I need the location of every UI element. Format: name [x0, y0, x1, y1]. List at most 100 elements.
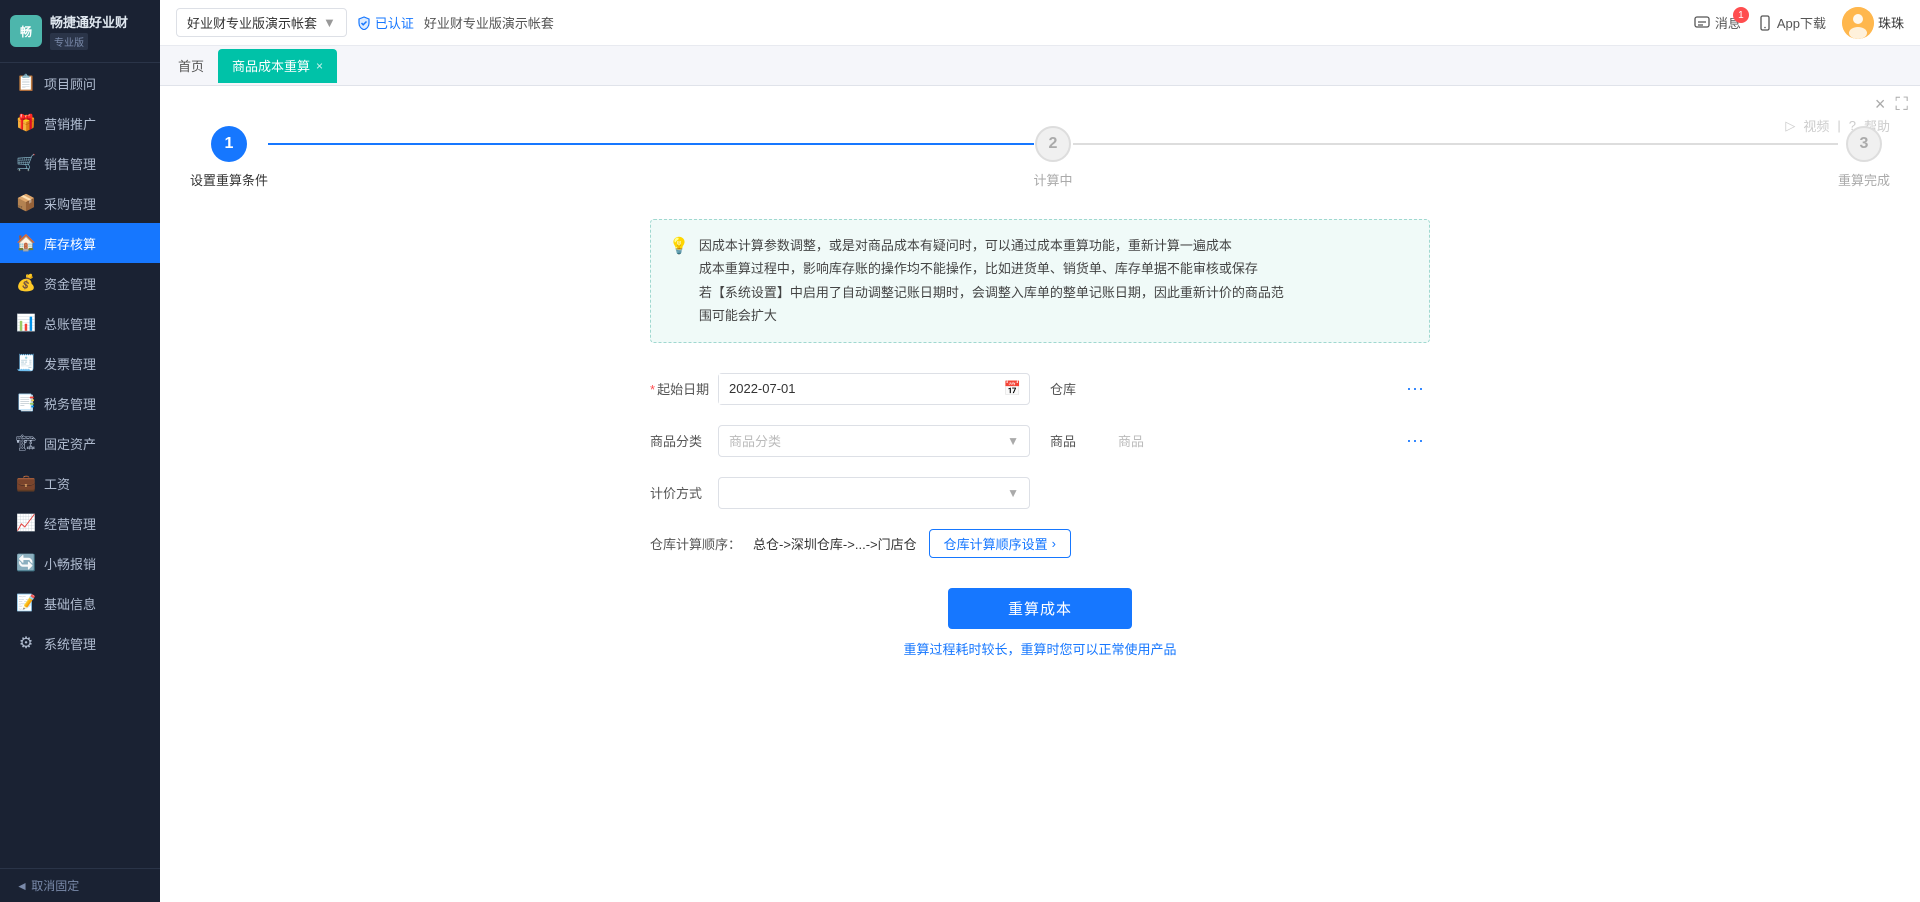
sidebar-item-basic[interactable]: 📝 基础信息 [0, 583, 160, 623]
app-logo: 畅 [10, 15, 42, 47]
sidebar-item-tax[interactable]: 📑 税务管理 [0, 383, 160, 423]
pricing-label: 计价方式 [650, 483, 710, 502]
notice-line: 因成本计算参数调整，或是对商品成本有疑问时，可以通过成本重算功能，重新计算一遍成… [699, 234, 1284, 257]
product-label: 商品 [1050, 431, 1110, 450]
username: 珠珠 [1878, 13, 1904, 32]
sidebar-item-label-system: 系统管理 [44, 634, 96, 653]
step-1: 2 计算中 [1034, 126, 1073, 189]
sidebar-item-label-expense: 小畅报销 [44, 554, 96, 573]
sales-icon: 🛒 [16, 153, 36, 173]
expand-window-button[interactable]: ⛶ [1895, 94, 1908, 115]
tab-close-recalc[interactable]: × [316, 60, 323, 72]
sidebar-item-label-accounting: 总账管理 [44, 314, 96, 333]
tax-icon: 📑 [16, 393, 36, 413]
sidebar-footer-unpin[interactable]: ◄ 取消固定 [0, 868, 160, 902]
app-download-button[interactable]: App下载 [1757, 13, 1826, 32]
step-label-1: 计算中 [1034, 170, 1073, 189]
sidebar-item-expense[interactable]: 🔄 小畅报销 [0, 543, 160, 583]
marketing-icon: 🎁 [16, 113, 36, 133]
content-area: × ⛶ 1 设置重算条件 2 计算中 3 重算完成 ▷ 视频 | ? 帮助 💡 … [160, 86, 1920, 902]
step-line-1 [1073, 143, 1838, 145]
finance-icon: 💰 [16, 273, 36, 293]
assets-icon: 🏗 [16, 433, 36, 453]
app-download-label: App下载 [1777, 13, 1826, 32]
sidebar-item-label-finance: 资金管理 [44, 274, 96, 293]
user-profile-button[interactable]: 珠珠 [1842, 7, 1904, 39]
play-icon: ▷ [1785, 118, 1795, 134]
step-circle-1: 2 [1035, 126, 1071, 162]
basic-icon: 📝 [16, 593, 36, 613]
step-0: 1 设置重算条件 [190, 126, 268, 189]
video-link[interactable]: 视频 [1803, 116, 1829, 135]
warehouse-order-row: 仓库计算顺序： 总仓->深圳仓库->...->门店仓 仓库计算顺序设置 › [650, 529, 1430, 558]
sidebar-item-finance[interactable]: 💰 资金管理 [0, 263, 160, 303]
sidebar-header: 畅 畅捷通好业财 专业版 [0, 0, 160, 63]
verified-text: 已认证 [375, 13, 414, 32]
required-star: * [650, 382, 655, 397]
purchase-icon: 📦 [16, 193, 36, 213]
step-circle-0: 1 [211, 126, 247, 162]
sidebar-item-sales[interactable]: 🛒 销售管理 [0, 143, 160, 183]
sidebar-item-label-tax: 税务管理 [44, 394, 96, 413]
sidebar: 畅 畅捷通好业财 专业版 📋 项目顾问🎁 营销推广🛒 销售管理📦 采购管理🏠 库… [0, 0, 160, 902]
category-placeholder: 商品分类 [729, 431, 781, 450]
start-date-input[interactable] [719, 374, 996, 404]
category-field: 商品分类 商品分类 ▼ [650, 425, 1030, 457]
category-arrow-icon: ▼ [1007, 434, 1019, 448]
pricing-field: 计价方式 ▼ [650, 477, 1030, 509]
warehouse-dots-button[interactable]: ··· [1400, 378, 1430, 399]
notice-line: 围可能会扩大 [699, 304, 1284, 327]
sidebar-item-project[interactable]: 📋 项目顾问 [0, 63, 160, 103]
sidebar-item-label-basic: 基础信息 [44, 594, 96, 613]
calendar-icon[interactable]: 📅 [996, 380, 1029, 397]
brand-sub: 专业版 [50, 33, 88, 50]
step-2: 3 重算完成 [1838, 126, 1890, 189]
category-select[interactable]: 商品分类 ▼ [718, 425, 1030, 457]
sidebar-item-system[interactable]: ⚙ 系统管理 [0, 623, 160, 663]
salary-icon: 💼 [16, 473, 36, 493]
tab-recalc[interactable]: 商品成本重算× [218, 49, 337, 83]
sidebar-item-invoice[interactable]: 🧾 发票管理 [0, 343, 160, 383]
sidebar-item-label-purchase: 采购管理 [44, 194, 96, 213]
account-select[interactable]: 好业财专业版演示帐套 ▼ [176, 8, 347, 37]
sidebar-item-marketing[interactable]: 🎁 营销推广 [0, 103, 160, 143]
sidebar-item-salary[interactable]: 💼 工资 [0, 463, 160, 503]
accounting-icon: 📊 [16, 313, 36, 333]
sidebar-item-label-invoice: 发票管理 [44, 354, 96, 373]
invoice-icon: 🧾 [16, 353, 36, 373]
brand-name: 畅捷通好业财 [50, 12, 128, 31]
sidebar-item-label-operation: 经营管理 [44, 514, 96, 533]
product-dots-button[interactable]: ··· [1400, 430, 1430, 451]
chevron-right-icon: › [1052, 536, 1056, 551]
notice-line: 成本重算过程中，影响库存账的操作均不能操作，比如进货单、销货单、库存单据不能审核… [699, 257, 1284, 280]
sidebar-nav: 📋 项目顾问🎁 营销推广🛒 销售管理📦 采购管理🏠 库存核算💰 资金管理📊 总账… [0, 63, 160, 868]
sidebar-item-accounting[interactable]: 📊 总账管理 [0, 303, 160, 343]
tab-home[interactable]: 首页 [164, 49, 218, 83]
sidebar-brand: 畅捷通好业财 专业版 [50, 12, 128, 50]
category-label: 商品分类 [650, 431, 710, 450]
product-field: 商品 商品 ··· [1050, 430, 1430, 451]
product-placeholder: 商品 [1118, 434, 1144, 449]
notice-icon: 💡 [669, 236, 689, 328]
main-container: 好业财专业版演示帐套 ▼ 已认证 好业财专业版演示帐套 消息 1 App下载 珠… [160, 0, 1920, 902]
operation-icon: 📈 [16, 513, 36, 533]
content-inner: × ⛶ 1 设置重算条件 2 计算中 3 重算完成 ▷ 视频 | ? 帮助 💡 … [160, 86, 1920, 902]
sidebar-item-operation[interactable]: 📈 经营管理 [0, 503, 160, 543]
messages-button[interactable]: 消息 1 [1693, 13, 1741, 32]
project-icon: 📋 [16, 73, 36, 93]
sidebar-item-purchase[interactable]: 📦 采购管理 [0, 183, 160, 223]
avatar [1842, 7, 1874, 39]
step-line-0 [268, 143, 1033, 145]
start-date-label: *起始日期 [650, 379, 710, 398]
expense-icon: 🔄 [16, 553, 36, 573]
sidebar-item-inventory[interactable]: 🏠 库存核算 [0, 223, 160, 263]
pricing-select[interactable]: ▼ [718, 477, 1030, 509]
message-badge: 1 [1733, 7, 1749, 23]
warehouse-order-settings-button[interactable]: 仓库计算顺序设置 › [929, 529, 1071, 558]
account-select-arrow: ▼ [323, 15, 336, 30]
sidebar-item-assets[interactable]: 🏗 固定资产 [0, 423, 160, 463]
start-date-field: *起始日期 📅 [650, 373, 1030, 405]
recalc-button[interactable]: 重算成本 [948, 588, 1132, 629]
form-area: *起始日期 📅 仓库 ··· [650, 373, 1430, 658]
sidebar-item-label-project: 项目顾问 [44, 74, 96, 93]
